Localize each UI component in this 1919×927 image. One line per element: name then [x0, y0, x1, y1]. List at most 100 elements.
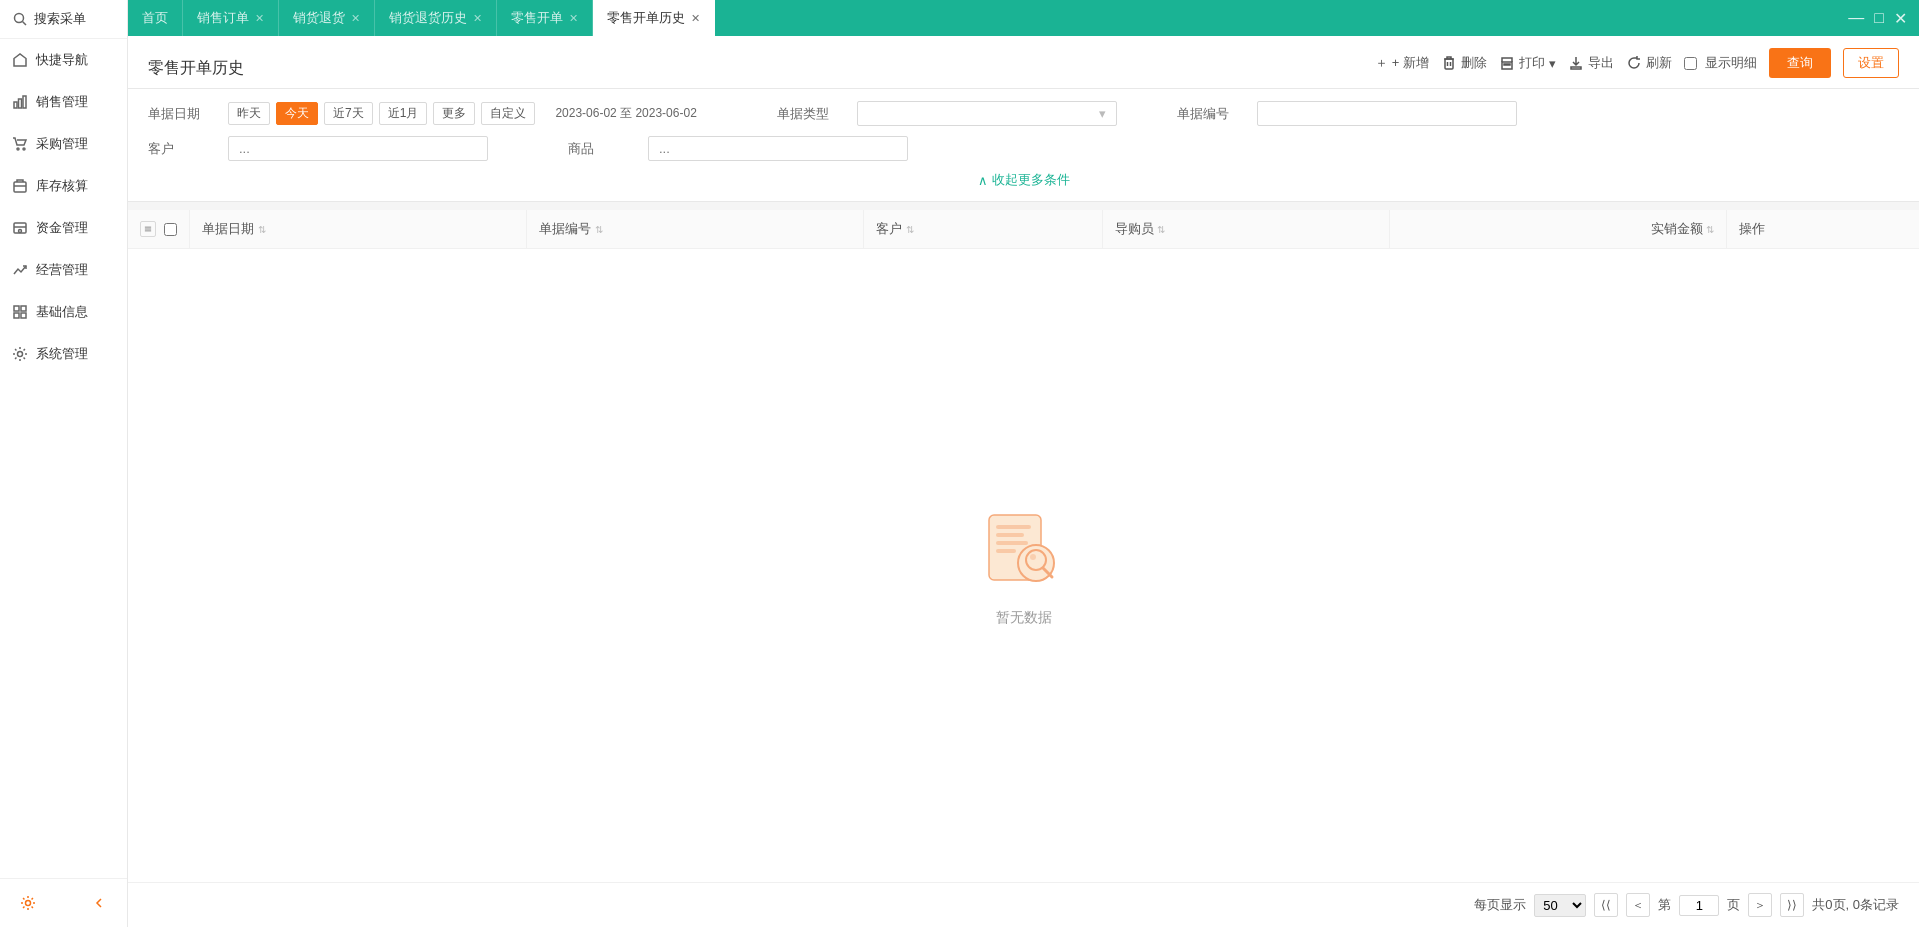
- sort-icon-no[interactable]: ⇅: [595, 224, 603, 235]
- next-page-button[interactable]: ＞: [1748, 893, 1772, 917]
- order-type-label: 单据类型: [777, 105, 837, 123]
- svg-rect-30: [996, 549, 1016, 553]
- tab-bar-actions: — □ ✕: [1848, 9, 1919, 28]
- tab-sales-return[interactable]: 销货退货 ✕: [279, 0, 375, 36]
- svg-rect-22: [1504, 64, 1510, 65]
- empty-state-icon: [974, 505, 1074, 595]
- select-all-checkbox[interactable]: [164, 223, 177, 236]
- date-btn-1month[interactable]: 近1月: [379, 102, 428, 125]
- tab-close-retail-open-history[interactable]: ✕: [691, 12, 700, 25]
- sidebar-item-operations[interactable]: 经营管理: [0, 249, 127, 291]
- last-page-button[interactable]: ⟩⟩: [1780, 893, 1804, 917]
- main-area: 首页 销售订单 ✕ 销货退货 ✕ 销货退货历史 ✕ 零售开单 ✕ 零售开单历史 …: [128, 0, 1919, 927]
- page-label-prefix: 第: [1658, 896, 1671, 914]
- tab-close-retail-open[interactable]: ✕: [569, 12, 578, 25]
- sidebar-item-label: 经营管理: [36, 261, 88, 279]
- svg-rect-9: [14, 223, 26, 233]
- date-btn-today[interactable]: 今天: [276, 102, 318, 125]
- tab-retail-open[interactable]: 零售开单 ✕: [497, 0, 593, 36]
- bar-chart-icon: [12, 94, 28, 110]
- add-button[interactable]: ＋ + 新增: [1375, 54, 1429, 72]
- toolbar: ＋ + 新增 删除 打印 ▾: [1375, 48, 1899, 88]
- total-text: 共0页, 0条记录: [1812, 896, 1899, 914]
- svg-rect-18: [1445, 59, 1453, 69]
- show-detail-checkbox[interactable]: [1684, 57, 1697, 70]
- svg-point-16: [18, 352, 23, 357]
- print-button[interactable]: 打印 ▾: [1499, 54, 1556, 72]
- svg-rect-7: [14, 182, 26, 192]
- refresh-icon: [1626, 55, 1642, 71]
- filter-row-2: 客户 商品: [148, 136, 1899, 161]
- tab-sales-order[interactable]: 销售订单 ✕: [183, 0, 279, 36]
- first-page-button[interactable]: ⟨⟨: [1594, 893, 1618, 917]
- sidebar-search[interactable]: 搜索采单: [0, 0, 127, 39]
- sidebar-collapse-button[interactable]: [85, 889, 113, 917]
- sidebar-item-sys-mgmt[interactable]: 系统管理: [0, 333, 127, 375]
- date-btn-custom[interactable]: 自定义: [481, 102, 535, 125]
- goods-input[interactable]: [648, 136, 908, 161]
- customer-input[interactable]: [228, 136, 488, 161]
- current-page-input[interactable]: [1679, 895, 1719, 916]
- collapse-icon: [91, 895, 107, 911]
- sidebar-item-inventory[interactable]: 库存核算: [0, 165, 127, 207]
- search-icon: [12, 11, 28, 27]
- svg-point-34: [1030, 554, 1036, 560]
- svg-point-6: [23, 148, 25, 150]
- column-settings-icon[interactable]: [140, 221, 156, 237]
- sort-icon-amount[interactable]: ⇅: [1706, 224, 1714, 235]
- box-icon: [12, 178, 28, 194]
- sort-icon-date[interactable]: ⇅: [258, 224, 266, 235]
- order-no-input[interactable]: [1257, 101, 1517, 126]
- date-btn-more[interactable]: 更多: [433, 102, 475, 125]
- add-icon: ＋: [1375, 54, 1388, 72]
- tab-close-sales-return-history[interactable]: ✕: [473, 12, 482, 25]
- collapse-row[interactable]: ∧ 收起更多条件: [148, 171, 1899, 189]
- sort-icon-customer[interactable]: ⇅: [906, 224, 914, 235]
- show-detail-button[interactable]: 显示明细: [1684, 54, 1757, 72]
- per-page-label: 每页显示: [1474, 896, 1526, 914]
- col-customer: 客户 ⇅: [864, 210, 1102, 249]
- customer-label: 客户: [148, 140, 208, 158]
- svg-rect-29: [996, 541, 1028, 545]
- gear-button[interactable]: [14, 889, 42, 917]
- sidebar-item-finance[interactable]: 资金管理: [0, 207, 127, 249]
- delete-icon: [1441, 55, 1457, 71]
- tab-bar: 首页 销售订单 ✕ 销货退货 ✕ 销货退货历史 ✕ 零售开单 ✕ 零售开单历史 …: [128, 0, 1919, 36]
- sidebar-item-sales-mgmt[interactable]: 销售管理: [0, 81, 127, 123]
- window-maximize-button[interactable]: □: [1874, 9, 1884, 27]
- tab-sales-return-history[interactable]: 销货退货历史 ✕: [375, 0, 497, 36]
- sidebar-item-quick-nav[interactable]: 快捷导航: [0, 39, 127, 81]
- per-page-select[interactable]: 50 100 200: [1534, 894, 1586, 917]
- tab-retail-open-history[interactable]: 零售开单历史 ✕: [593, 0, 715, 36]
- query-button[interactable]: 查询: [1769, 48, 1831, 78]
- sidebar-item-label: 资金管理: [36, 219, 88, 237]
- sort-icon-guide[interactable]: ⇅: [1157, 224, 1165, 235]
- order-type-select[interactable]: ▾: [857, 101, 1117, 126]
- date-btn-7days[interactable]: 近7天: [324, 102, 373, 125]
- sidebar-item-base-info[interactable]: 基础信息: [0, 291, 127, 333]
- svg-rect-28: [996, 533, 1024, 537]
- svg-rect-13: [21, 306, 26, 311]
- col-date: 单据日期 ⇅: [190, 210, 527, 249]
- order-type-dropdown-icon: ▾: [1099, 106, 1106, 121]
- window-minimize-button[interactable]: —: [1848, 9, 1864, 27]
- window-close-button[interactable]: ✕: [1894, 9, 1907, 28]
- print-dropdown-icon[interactable]: ▾: [1549, 56, 1556, 71]
- export-button[interactable]: 导出: [1568, 54, 1614, 72]
- tab-home[interactable]: 首页: [128, 0, 183, 36]
- tab-close-sales-return[interactable]: ✕: [351, 12, 360, 25]
- sidebar-item-label: 系统管理: [36, 345, 88, 363]
- date-filter-label: 单据日期: [148, 105, 208, 123]
- date-btn-yesterday[interactable]: 昨天: [228, 102, 270, 125]
- prev-page-button[interactable]: ＜: [1626, 893, 1650, 917]
- cart-icon: [12, 136, 28, 152]
- delete-button[interactable]: 删除: [1441, 54, 1487, 72]
- settings-button[interactable]: 设置: [1843, 48, 1899, 78]
- tab-close-sales-order[interactable]: ✕: [255, 12, 264, 25]
- sidebar-item-label: 库存核算: [36, 177, 88, 195]
- sidebar-item-purchase-mgmt[interactable]: 采购管理: [0, 123, 127, 165]
- refresh-button[interactable]: 刷新: [1626, 54, 1672, 72]
- grid-icon: [12, 304, 28, 320]
- svg-rect-15: [21, 313, 26, 318]
- settings-icon: [12, 346, 28, 362]
